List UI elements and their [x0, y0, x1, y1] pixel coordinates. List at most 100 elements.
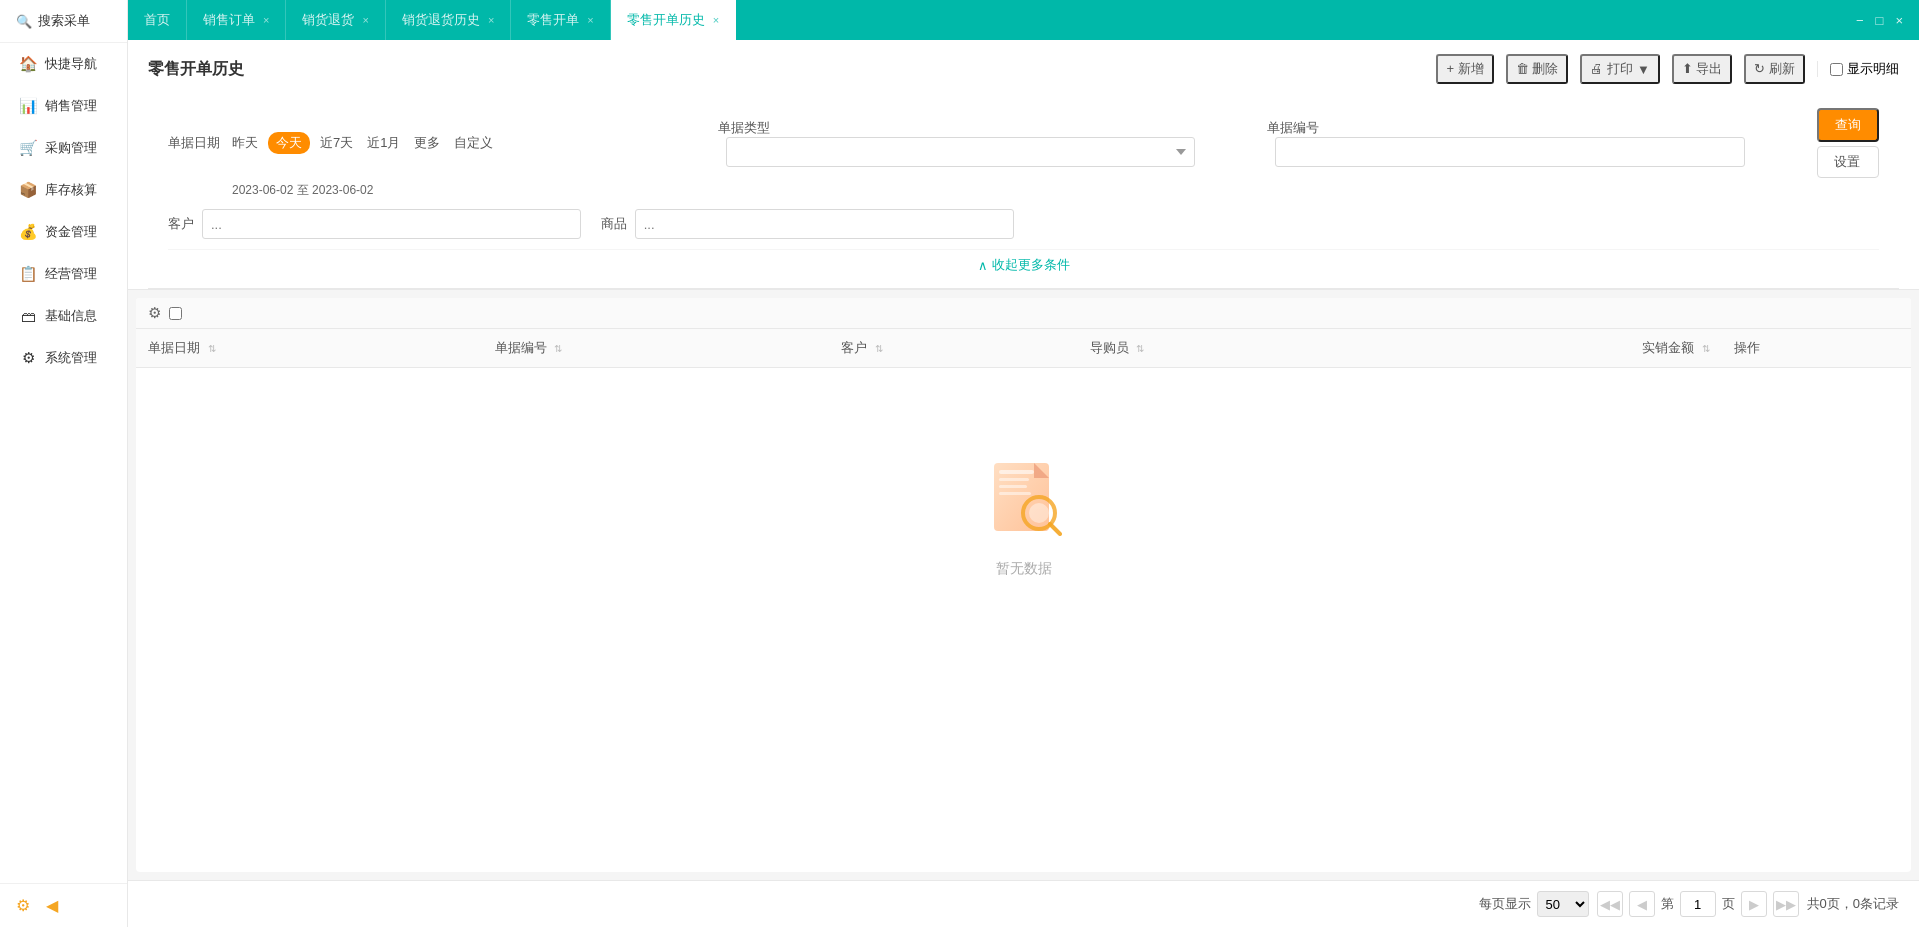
- doc-no-input[interactable]: [1275, 137, 1745, 167]
- svg-point-7: [1029, 503, 1049, 523]
- doc-type-select[interactable]: [726, 137, 1196, 167]
- shortcut-custom[interactable]: 自定义: [450, 132, 497, 154]
- toolbar: + 新增 🗑 删除 🖨 打印 ▼ ⬆ 导出 ↻ 刷新 显示明细: [1436, 54, 1899, 84]
- shortcut-last-month[interactable]: 近1月: [363, 132, 404, 154]
- tab-label-retail-history: 零售开单历史: [627, 11, 705, 29]
- doc-type-label: 单据类型: [718, 120, 770, 135]
- table-container: ⚙ 单据日期 ⇅ 单据编号 ⇅ 客户: [136, 298, 1911, 872]
- topbar-tab-sales-return-history[interactable]: 销货退货历史×: [386, 0, 511, 40]
- sidebar-collapse-icon[interactable]: ◀: [46, 896, 58, 915]
- page-header: 零售开单历史 + 新增 🗑 删除 🖨 打印 ▼ ⬆ 导出 ↻ 刷新 显示明细: [128, 40, 1919, 290]
- sort-guide-icon[interactable]: ⇅: [1136, 343, 1144, 354]
- delete-button[interactable]: 🗑 删除: [1506, 54, 1569, 84]
- sidebar: 🔍 搜索采单 🏠 快捷导航 📊销售管理🛒采购管理📦库存核算💰资金管理📋经营管理🗃基础…: [0, 0, 128, 927]
- svg-line-8: [1050, 524, 1060, 534]
- last-page-button[interactable]: ▶▶: [1773, 891, 1799, 917]
- sidebar-label-basic-info: 基础信息: [45, 307, 97, 325]
- col-date[interactable]: 单据日期 ⇅: [136, 329, 483, 368]
- sidebar-label-system: 系统管理: [45, 349, 97, 367]
- settings-button[interactable]: 设置: [1817, 146, 1879, 178]
- tab-close-retail-history[interactable]: ×: [713, 14, 719, 26]
- first-page-button[interactable]: ◀◀: [1597, 891, 1623, 917]
- date-shortcuts: 昨天 今天 近7天 近1月 更多 自定义: [228, 132, 497, 154]
- settings-gear-icon[interactable]: ⚙: [16, 896, 30, 915]
- select-all-checkbox[interactable]: [169, 307, 182, 320]
- customer-input[interactable]: [202, 209, 581, 239]
- prev-page-button[interactable]: ◀: [1629, 891, 1655, 917]
- sort-date-icon[interactable]: ⇅: [208, 343, 216, 354]
- svg-rect-2: [999, 478, 1029, 481]
- tab-close-retail-open[interactable]: ×: [587, 14, 593, 26]
- goods-input[interactable]: [635, 209, 1014, 239]
- customer-label: 客户: [168, 215, 194, 233]
- topbar-tab-home[interactable]: 首页: [128, 0, 187, 40]
- svg-rect-4: [999, 492, 1031, 495]
- shortcut-last7[interactable]: 近7天: [316, 132, 357, 154]
- goods-label: 商品: [601, 215, 627, 233]
- col-amount[interactable]: 实销金额 ⇅: [1375, 329, 1722, 368]
- topbar-tab-retail-open[interactable]: 零售开单 ×: [511, 0, 610, 40]
- display-detail-input[interactable]: [1830, 63, 1843, 76]
- next-page-button[interactable]: ▶: [1741, 891, 1767, 917]
- sort-no-icon[interactable]: ⇅: [554, 343, 562, 354]
- minimize-button[interactable]: −: [1856, 13, 1864, 28]
- maximize-button[interactable]: □: [1876, 13, 1884, 28]
- tab-label-sales-return: 销货退货: [302, 11, 354, 29]
- sidebar-icon-purchase-mgmt: 🛒: [19, 139, 37, 157]
- print-arrow-icon: ▼: [1637, 62, 1650, 77]
- tab-label-retail-open: 零售开单: [527, 11, 579, 29]
- date-range-display: 2023-06-02 至 2023-06-02: [232, 183, 373, 197]
- sidebar-icon-operations: 📋: [19, 265, 37, 283]
- sidebar-item-basic-info[interactable]: 🗃基础信息: [0, 295, 127, 337]
- topbar-tab-sales-return[interactable]: 销货退货 ×: [286, 0, 385, 40]
- goods-filter-group: 商品: [601, 209, 1014, 239]
- sidebar-label-inventory: 库存核算: [45, 181, 97, 199]
- sidebar-icon-sales-mgmt: 📊: [19, 97, 37, 115]
- sidebar-item-operations[interactable]: 📋经营管理: [0, 253, 127, 295]
- tab-close-sales-return[interactable]: ×: [362, 14, 368, 26]
- page-size-group: 每页显示 50 100 200: [1479, 891, 1589, 917]
- print-button[interactable]: 🖨 打印 ▼: [1580, 54, 1660, 84]
- topbar-tab-retail-history[interactable]: 零售开单历史 ×: [611, 0, 736, 40]
- date-filter-group: 单据日期 昨天 今天 近7天 近1月 更多 自定义: [168, 132, 698, 154]
- shortcut-today[interactable]: 今天: [268, 132, 310, 154]
- sidebar-item-purchase-mgmt[interactable]: 🛒采购管理: [0, 127, 127, 169]
- shortcut-yesterday[interactable]: 昨天: [228, 132, 262, 154]
- sidebar-item-quick-nav[interactable]: 🏠 快捷导航: [0, 43, 127, 85]
- shortcut-more[interactable]: 更多: [410, 132, 444, 154]
- page-size-select[interactable]: 50 100 200: [1537, 891, 1589, 917]
- page-prefix-label: 第: [1661, 895, 1674, 913]
- table-body: 暂无数据: [136, 368, 1911, 659]
- refresh-button[interactable]: ↻ 刷新: [1744, 54, 1805, 84]
- doc-type-filter-group: 单据类型: [718, 119, 1248, 167]
- add-button[interactable]: + 新增: [1436, 54, 1493, 84]
- page-number-input[interactable]: [1680, 891, 1716, 917]
- sort-customer-icon[interactable]: ⇅: [875, 343, 883, 354]
- col-customer[interactable]: 客户 ⇅: [829, 329, 1077, 368]
- sidebar-label-quick-nav: 快捷导航: [45, 55, 97, 73]
- display-detail-checkbox[interactable]: 显示明细: [1830, 60, 1899, 78]
- content-area: 零售开单历史 + 新增 🗑 删除 🖨 打印 ▼ ⬆ 导出 ↻ 刷新 显示明细: [128, 40, 1919, 927]
- tab-close-sales-order[interactable]: ×: [263, 14, 269, 26]
- sort-amount-icon[interactable]: ⇅: [1702, 343, 1710, 354]
- query-button[interactable]: 查询: [1817, 108, 1879, 142]
- sidebar-label-finance: 资金管理: [45, 223, 97, 241]
- table-settings-icon[interactable]: ⚙: [148, 304, 161, 322]
- svg-rect-3: [999, 485, 1027, 488]
- page-suffix-label: 页: [1722, 895, 1735, 913]
- collapse-label: 收起更多条件: [992, 256, 1070, 274]
- collapse-more-btn[interactable]: ∧ 收起更多条件: [168, 249, 1879, 276]
- sidebar-icon-quick-nav: 🏠: [19, 55, 37, 73]
- sidebar-item-inventory[interactable]: 📦库存核算: [0, 169, 127, 211]
- close-button[interactable]: ×: [1895, 13, 1903, 28]
- sidebar-item-finance[interactable]: 💰资金管理: [0, 211, 127, 253]
- empty-state: 暂无数据: [136, 368, 1911, 658]
- export-button[interactable]: ⬆ 导出: [1672, 54, 1733, 84]
- col-no[interactable]: 单据编号 ⇅: [483, 329, 830, 368]
- tab-close-sales-return-history[interactable]: ×: [488, 14, 494, 26]
- col-guide[interactable]: 导购员 ⇅: [1078, 329, 1375, 368]
- sidebar-item-system[interactable]: ⚙系统管理: [0, 337, 127, 379]
- sidebar-search[interactable]: 🔍 搜索采单: [0, 0, 127, 43]
- sidebar-item-sales-mgmt[interactable]: 📊销售管理: [0, 85, 127, 127]
- topbar-tab-sales-order[interactable]: 销售订单×: [187, 0, 286, 40]
